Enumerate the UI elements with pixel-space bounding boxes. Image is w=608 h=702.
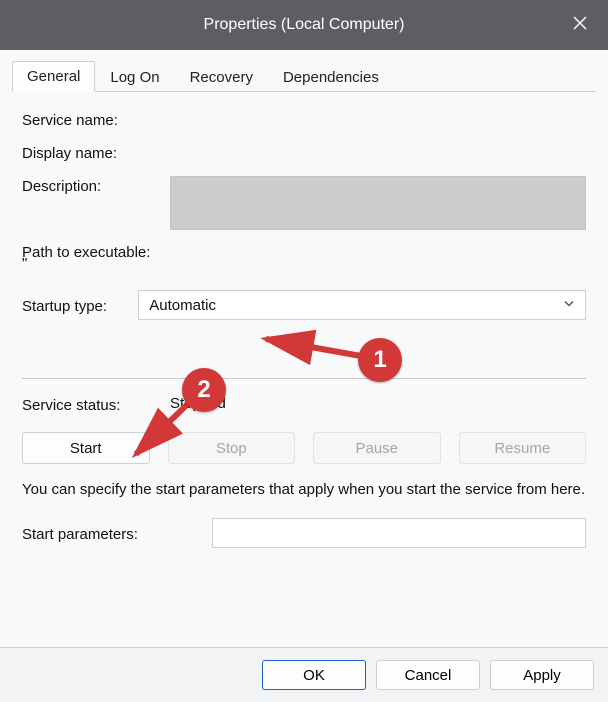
service-control-buttons: Start Stop Pause Resume: [22, 432, 586, 464]
service-status-value: Stopped: [170, 395, 226, 412]
display-name-label: Display name:: [22, 143, 170, 162]
startup-type-select[interactable]: Automatic: [138, 290, 586, 320]
pause-button[interactable]: Pause: [313, 432, 441, 464]
properties-dialog: Properties (Local Computer) General Log …: [0, 0, 608, 702]
window-title: Properties (Local Computer): [204, 16, 405, 34]
tab-recovery[interactable]: Recovery: [175, 62, 268, 92]
start-parameters-label: Start parameters:: [22, 524, 212, 543]
start-parameters-help: You can specify the start parameters tha…: [22, 480, 586, 500]
divider: [22, 378, 586, 379]
dialog-footer: OK Cancel Apply: [0, 647, 608, 702]
titlebar: Properties (Local Computer): [0, 0, 608, 50]
dialog-body: General Log On Recovery Dependencies Ser…: [0, 50, 608, 647]
close-button[interactable]: [552, 0, 608, 50]
startup-type-label: Startup type:: [22, 296, 138, 315]
resume-button[interactable]: Resume: [459, 432, 587, 464]
tab-log-on[interactable]: Log On: [95, 62, 174, 92]
description-box[interactable]: [170, 176, 586, 230]
cancel-button[interactable]: Cancel: [376, 660, 480, 690]
tab-dependencies[interactable]: Dependencies: [268, 62, 394, 92]
tab-strip: General Log On Recovery Dependencies: [12, 58, 596, 92]
ok-button[interactable]: OK: [262, 660, 366, 690]
start-parameters-input[interactable]: [212, 518, 586, 548]
start-button[interactable]: Start: [22, 432, 150, 464]
tab-general[interactable]: General: [12, 61, 95, 92]
stop-button[interactable]: Stop: [168, 432, 296, 464]
service-name-label: Service name:: [22, 110, 170, 129]
close-icon: [573, 16, 587, 35]
chevron-down-icon: [563, 297, 575, 314]
startup-type-selected: Automatic: [149, 297, 216, 314]
service-status-label: Service status:: [22, 395, 170, 414]
general-panel: Service name: Display name: Description:…: [12, 92, 596, 570]
description-label: Description:: [22, 176, 170, 195]
apply-button[interactable]: Apply: [490, 660, 594, 690]
path-label: Path to executable:: [22, 244, 150, 261]
